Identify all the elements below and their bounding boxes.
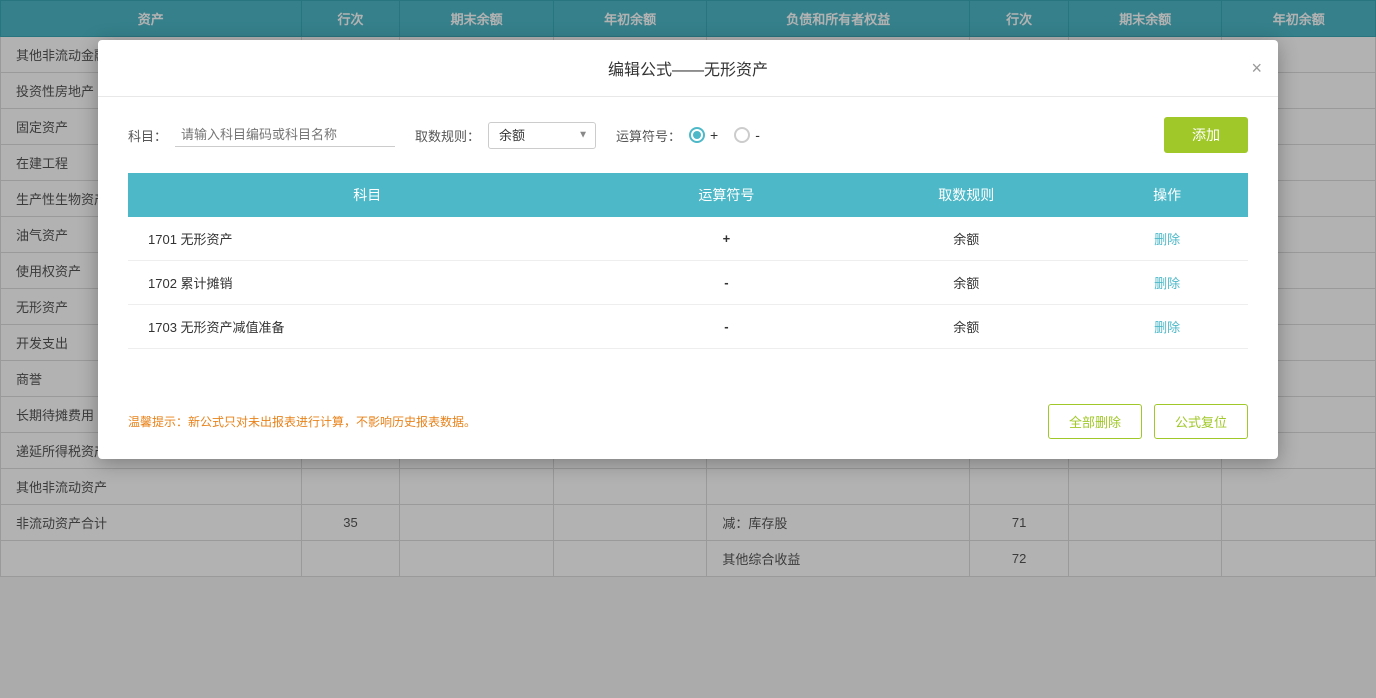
formula-table-row: 1702 累计摊销-余额 删除: [128, 261, 1248, 305]
table-col-rule: 取数规则: [846, 173, 1086, 217]
radio-plus-indicator: [689, 127, 705, 143]
formula-operator-cell: +: [606, 217, 846, 261]
formula-action-cell: 删除: [1086, 261, 1248, 305]
delete-row-button[interactable]: 删除: [1154, 273, 1180, 292]
form-row: 科目： 取数规则： 余额 借方 贷方 借方发生额 贷方发生额 ▼: [128, 117, 1248, 153]
operator-minus-radio[interactable]: -: [734, 127, 760, 143]
delete-row-button[interactable]: 删除: [1154, 317, 1180, 336]
modal-body: 科目： 取数规则： 余额 借方 贷方 借方发生额 贷方发生额 ▼: [98, 97, 1278, 389]
formula-subject-cell: 1702 累计摊销: [128, 261, 606, 305]
rule-select[interactable]: 余额 借方 贷方 借方发生额 贷方发生额: [488, 122, 596, 149]
formula-rule-cell: 余额: [846, 261, 1086, 305]
rule-select-wrapper: 余额 借方 贷方 借方发生额 贷方发生额 ▼: [488, 122, 596, 149]
formula-table: 科目 运算符号 取数规则 操作 1701 无形资产+余额删除1702 累计摊销-…: [128, 173, 1248, 349]
operator-radio-group: + -: [689, 127, 760, 143]
footer-buttons: 全部删除 公式复位: [1048, 404, 1248, 439]
subject-label: 科目：: [128, 126, 167, 145]
operator-plus-label: +: [710, 127, 718, 143]
formula-table-row: 1701 无形资产+余额 删除: [128, 217, 1248, 261]
subject-field: 科目：: [128, 123, 395, 147]
subject-input[interactable]: [175, 123, 395, 147]
footer-tip: 温馨提示：新公式只对未出报表进行计算，不影响历史报表数据。: [128, 413, 476, 430]
table-col-subject: 科目: [128, 173, 606, 217]
formula-operator-cell: -: [606, 261, 846, 305]
table-col-operator: 运算符号: [606, 173, 846, 217]
delete-all-button[interactable]: 全部删除: [1048, 404, 1142, 439]
modal-dialog: 编辑公式——无形资产 × 科目： 取数规则： 余额 借方: [98, 40, 1278, 459]
modal-overlay: 编辑公式——无形资产 × 科目： 取数规则： 余额 借方: [0, 0, 1376, 698]
add-button[interactable]: 添加: [1164, 117, 1248, 153]
radio-minus-indicator: [734, 127, 750, 143]
formula-table-row: 1703 无形资产减值准备-余额 删除: [128, 305, 1248, 349]
rule-label: 取数规则：: [415, 126, 480, 145]
modal-close-button[interactable]: ×: [1251, 59, 1262, 77]
formula-action-cell: 删除: [1086, 305, 1248, 349]
modal-header: 编辑公式——无形资产 ×: [98, 40, 1278, 97]
operator-label: 运算符号：: [616, 126, 681, 145]
formula-operator-cell: -: [606, 305, 846, 349]
formula-subject-cell: 1701 无形资产: [128, 217, 606, 261]
modal-footer: 温馨提示：新公式只对未出报表进行计算，不影响历史报表数据。 全部删除 公式复位: [98, 389, 1278, 459]
formula-rule-cell: 余额: [846, 305, 1086, 349]
table-col-action: 操作: [1086, 173, 1248, 217]
reset-formula-button[interactable]: 公式复位: [1154, 404, 1248, 439]
rule-field: 取数规则： 余额 借方 贷方 借方发生额 贷方发生额 ▼: [415, 122, 596, 149]
formula-rule-cell: 余额: [846, 217, 1086, 261]
formula-action-cell: 删除: [1086, 217, 1248, 261]
operator-minus-label: -: [755, 127, 760, 143]
operator-plus-radio[interactable]: +: [689, 127, 718, 143]
formula-subject-cell: 1703 无形资产减值准备: [128, 305, 606, 349]
delete-row-button[interactable]: 删除: [1154, 229, 1180, 248]
operator-field: 运算符号： + -: [616, 126, 760, 145]
modal-title: 编辑公式——无形资产: [608, 62, 768, 79]
